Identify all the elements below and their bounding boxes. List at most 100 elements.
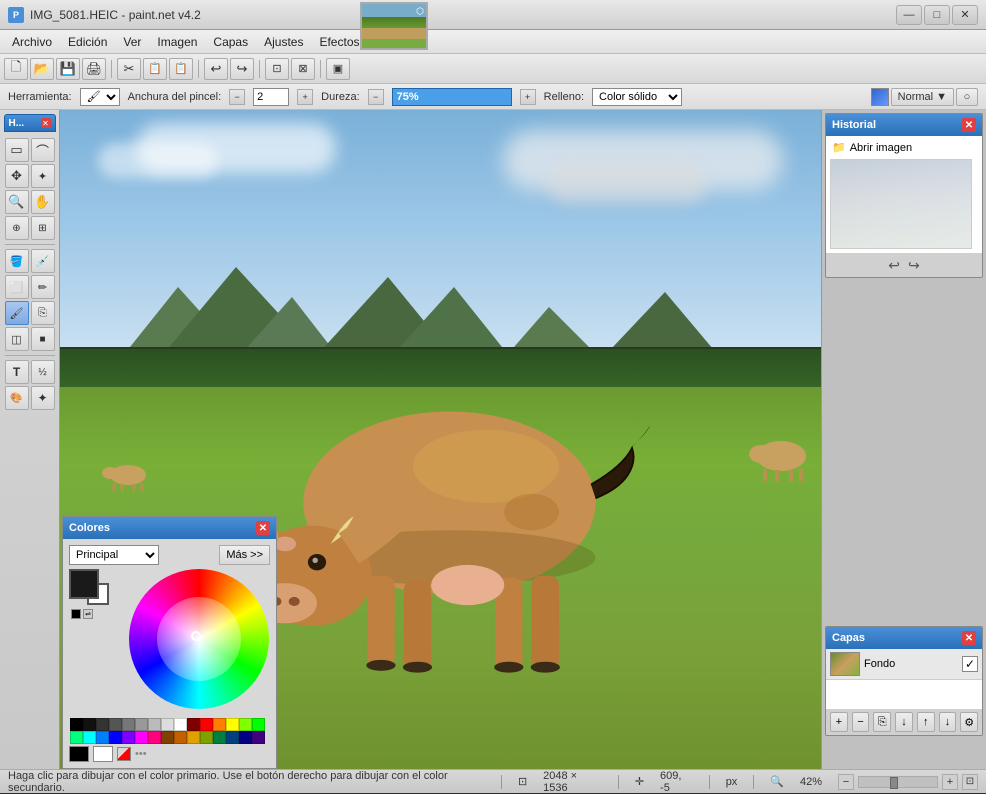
brush-width-input[interactable]: 2 <box>253 88 289 106</box>
secondary-indicator[interactable] <box>93 746 113 762</box>
palette-color[interactable] <box>83 731 96 744</box>
zoom-slider-thumb[interactable] <box>890 777 898 789</box>
close-button[interactable]: ✕ <box>952 5 978 25</box>
palette-color[interactable] <box>252 718 265 731</box>
palette-color[interactable] <box>109 718 122 731</box>
color-wheel[interactable] <box>129 569 269 709</box>
palette-color[interactable] <box>96 731 109 744</box>
merge-layer-btn[interactable]: ↓ <box>895 712 913 732</box>
palette-color[interactable] <box>200 718 213 731</box>
color-mode-select[interactable]: Principal Secundario <box>69 545 159 565</box>
palette-color[interactable] <box>148 731 161 744</box>
palette-color[interactable] <box>213 731 226 744</box>
pencil-tool[interactable]: ✏ <box>31 275 55 299</box>
layer-item-0[interactable]: Fondo ✓ <box>826 649 982 680</box>
brush-minus-button[interactable]: − <box>229 89 245 105</box>
menu-imagen[interactable]: Imagen <box>149 32 205 52</box>
palette-color[interactable] <box>109 731 122 744</box>
layer-down-btn[interactable]: ↓ <box>939 712 957 732</box>
recolor-tool[interactable]: 🎨 <box>5 386 29 410</box>
zoom-fit-btn[interactable]: ⊡ <box>962 774 978 790</box>
duplicate-layer-btn[interactable]: ⎘ <box>873 712 891 732</box>
move2-tool[interactable]: ⊞ <box>31 216 55 240</box>
add-layer-btn[interactable]: + <box>830 712 848 732</box>
gradient-tool[interactable]: ◫ <box>5 327 29 351</box>
palette-color[interactable] <box>161 718 174 731</box>
brush-plus-button[interactable]: + <box>297 89 313 105</box>
colors-panel-close[interactable]: ✕ <box>256 521 270 535</box>
palette-color[interactable] <box>226 718 239 731</box>
menu-archivo[interactable]: Archivo <box>4 32 60 52</box>
palette-color[interactable] <box>252 731 265 744</box>
tool-selector[interactable]: 🖌 <box>80 88 120 106</box>
blend-mode-button[interactable]: Normal ▼ <box>891 88 954 106</box>
maximize-button[interactable]: □ <box>924 5 950 25</box>
palette-color[interactable] <box>200 731 213 744</box>
open-button[interactable]: 📂 <box>30 58 54 80</box>
color-wheel-container[interactable] <box>127 569 270 714</box>
layer-up-btn[interactable]: ↑ <box>917 712 935 732</box>
palette-color[interactable] <box>239 718 252 731</box>
layer-visibility-check[interactable]: ✓ <box>962 656 978 672</box>
primary-indicator[interactable] <box>69 746 89 762</box>
hardness-minus-button[interactable]: − <box>368 89 384 105</box>
redo-button[interactable]: ↪ <box>230 58 254 80</box>
new-button[interactable]: 🗋 <box>4 58 28 80</box>
redo-history-btn[interactable]: ↪ <box>908 257 920 274</box>
palette-color[interactable] <box>148 718 161 731</box>
palette-color[interactable] <box>174 718 187 731</box>
zoom-rect-tool[interactable]: ⊕ <box>5 216 29 240</box>
palette-color[interactable] <box>96 718 109 731</box>
pan-tool[interactable]: ✋ <box>31 190 55 214</box>
minimize-button[interactable]: — <box>896 5 922 25</box>
palette-color[interactable] <box>174 731 187 744</box>
menu-ver[interactable]: Ver <box>115 32 149 52</box>
fill-selector[interactable]: Color sólido <box>592 88 682 106</box>
palette-color[interactable] <box>239 731 252 744</box>
menu-ajustes[interactable]: Ajustes <box>256 32 311 52</box>
cut-button[interactable]: ✂ <box>117 58 141 80</box>
color-more-button[interactable]: Más >> <box>219 545 270 565</box>
palette-color[interactable] <box>187 718 200 731</box>
swap-colors-btn[interactable]: ⇌ <box>83 609 93 619</box>
palette-color[interactable] <box>122 718 135 731</box>
palette-color[interactable] <box>135 718 148 731</box>
history-item-0[interactable]: 📁 Abrir imagen <box>828 138 980 157</box>
reset-colors-btn[interactable] <box>71 609 81 619</box>
magic-wand-tool[interactable]: ✦ <box>31 164 55 188</box>
palette-color[interactable] <box>83 718 96 731</box>
palette-color[interactable] <box>226 731 239 744</box>
history-panel-close[interactable]: ✕ <box>962 118 976 132</box>
resize-btn[interactable]: ⊠ <box>291 58 315 80</box>
undo-button[interactable]: ↩ <box>204 58 228 80</box>
paint-bucket-tool[interactable]: 🪣 <box>5 249 29 273</box>
paste-button[interactable]: 📋 <box>169 58 193 80</box>
rect-select-tool[interactable]: ▭ <box>5 138 29 162</box>
layer-settings-btn[interactable]: ⚙ <box>960 712 978 732</box>
lasso-tool[interactable]: ⌒ <box>31 138 55 162</box>
opacity-btn[interactable]: ○ <box>956 88 978 106</box>
print-button[interactable]: 🖨 <box>82 58 106 80</box>
palette-color[interactable] <box>161 731 174 744</box>
palette-color[interactable] <box>122 731 135 744</box>
panel-tab-h[interactable]: H... ✕ <box>4 114 56 132</box>
zoom-slider[interactable] <box>858 776 938 788</box>
move-tool[interactable]: ✥ <box>5 164 29 188</box>
palette-color[interactable] <box>187 731 200 744</box>
transparent-indicator[interactable] <box>117 747 131 761</box>
delete-layer-btn[interactable]: − <box>852 712 870 732</box>
primary-color-swatch[interactable] <box>69 569 99 599</box>
zoom-out-btn[interactable]: − <box>838 774 854 790</box>
menu-edicion[interactable]: Edición <box>60 32 115 52</box>
menu-capas[interactable]: Capas <box>205 32 256 52</box>
clone-tool[interactable]: ⎘ <box>31 301 55 325</box>
layers-panel-close[interactable]: ✕ <box>962 631 976 645</box>
zoom-in-btn[interactable]: + <box>942 774 958 790</box>
deselect-button[interactable]: ▣ <box>326 58 350 80</box>
save-button[interactable]: 💾 <box>56 58 80 80</box>
color-picker-tool[interactable]: 💉 <box>31 249 55 273</box>
text-tool[interactable]: T <box>5 360 29 384</box>
zoom-tool[interactable]: 🔍 <box>5 190 29 214</box>
blend-color-btn[interactable] <box>871 88 889 106</box>
undo-history-btn[interactable]: ↩ <box>888 257 900 274</box>
